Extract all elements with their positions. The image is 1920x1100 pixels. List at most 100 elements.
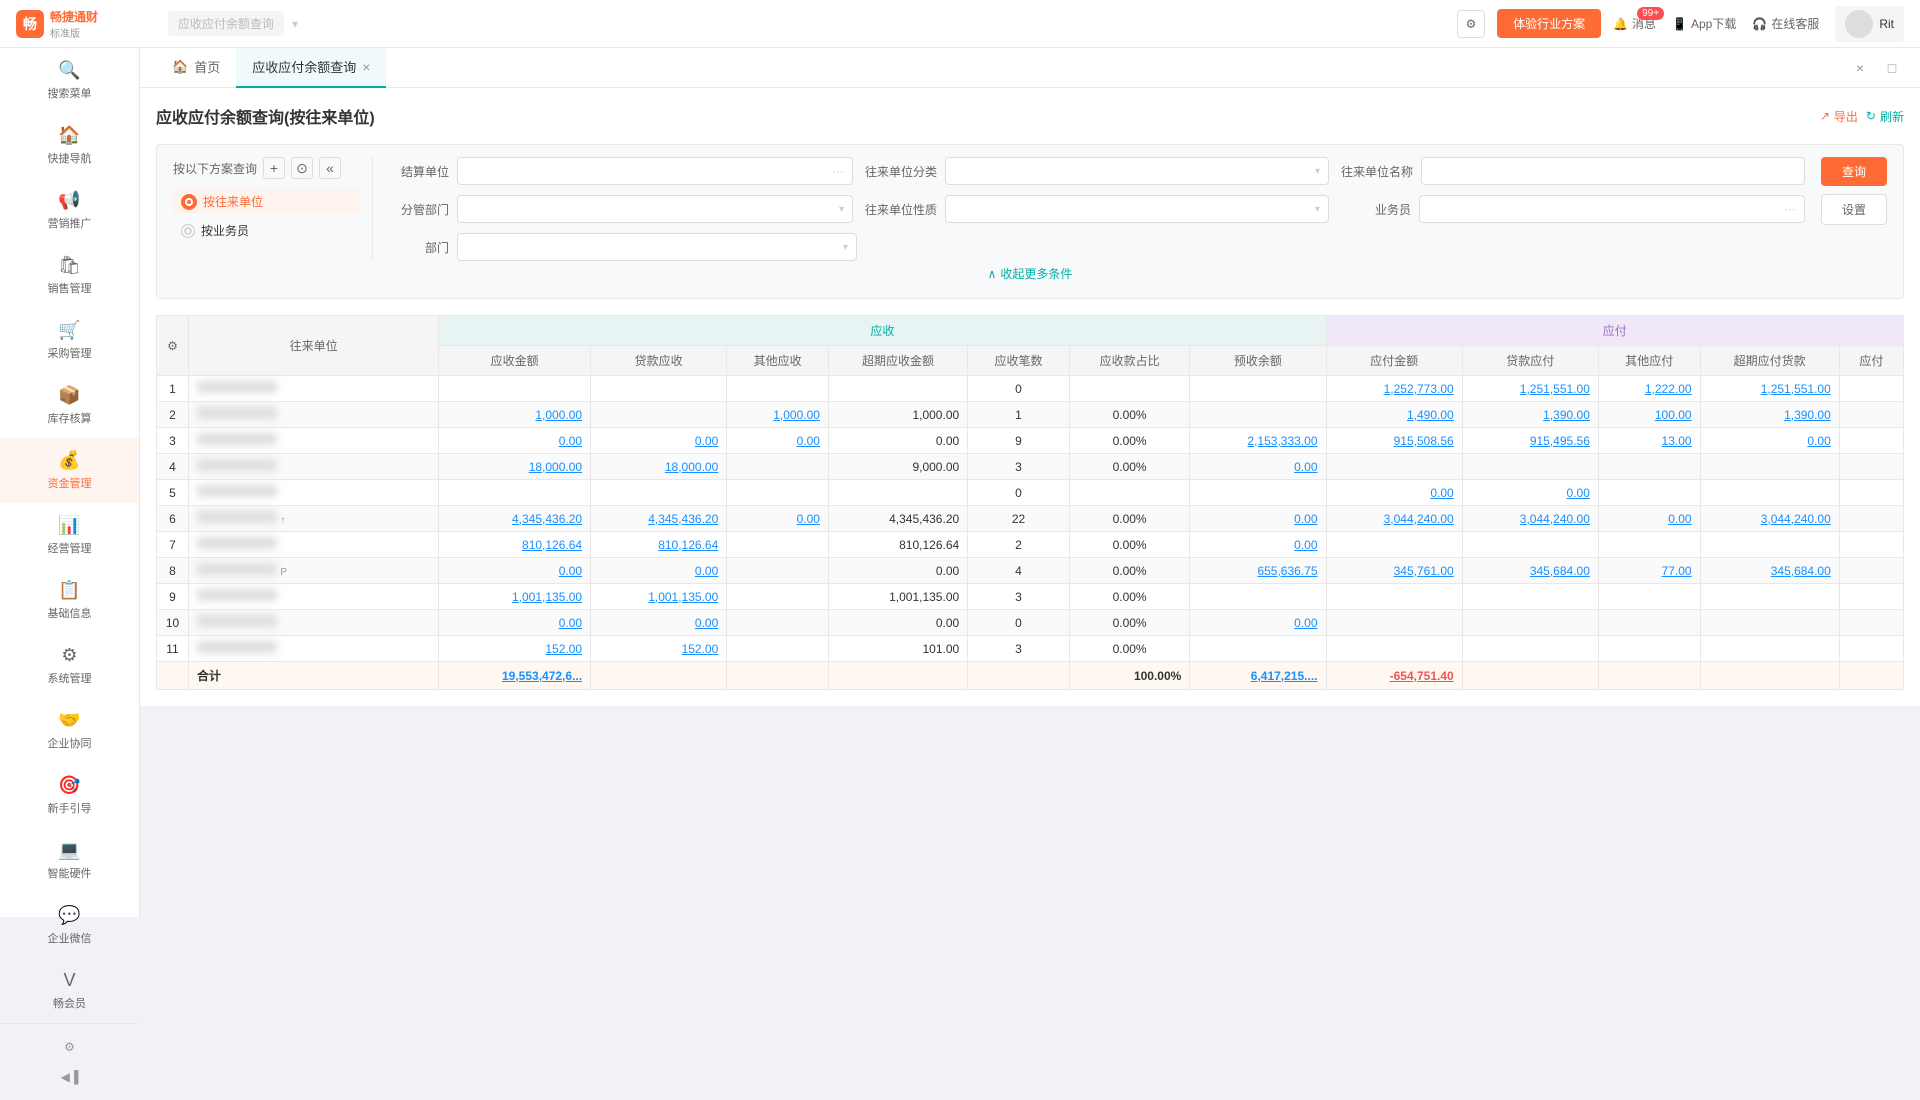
dept-input[interactable]: ▾ [457,195,853,223]
sidebar-item-12[interactable]: 💻智能硬件 [0,828,139,893]
sidebar-item-0[interactable]: 🔍搜索菜单 [0,48,139,113]
sidebar-item-4[interactable]: 🛒采购管理 [0,308,139,373]
unit-nature-chevron: ▾ [1315,204,1320,215]
unit-category-chevron: ▾ [1315,166,1320,177]
table-row: 11152.00152.00101.0030.00% [157,636,1904,662]
sidebar-item-1[interactable]: 🏠快捷导航 [0,113,139,178]
table-row: 6 ↑4,345,436.204,345,436.200.004,345,436… [157,506,1904,532]
field-sub-dept: 部门 ▾ [389,233,857,261]
salesman-input[interactable]: ··· [1419,195,1805,223]
sidebar-label-4: 采购管理 [48,345,92,361]
table-footer-row: 合计 19,553,472,6... 100.00% 6,417,215....… [157,662,1904,690]
sidebar-icon-5: 📦 [58,385,80,406]
th-prepaid-balance: 预收余额 [1190,346,1326,376]
unit-cell: P [189,558,439,584]
app-icon: 📱 [1672,17,1687,31]
tab-bar: 🏠 首页 应收应付余额查询 × × □ [140,48,1920,88]
footer-ratio: 100.00% [1069,662,1189,690]
query-button[interactable]: 查询 [1821,157,1887,186]
sub-dept-input[interactable]: ▾ [457,233,857,261]
refresh-label: 刷新 [1880,108,1904,125]
th-settings[interactable]: ⚙ [157,316,189,376]
tab-current[interactable]: 应收应付余额查询 × [236,48,386,88]
scheme-settings-btn[interactable]: ⊙ [291,157,313,179]
table-container: ⚙ 往来单位 应收 应付 应收金额 贷款应收 其他应收 超期应收金额 [156,315,1904,690]
gear-button[interactable]: ⚙ [1457,10,1485,38]
tab-home[interactable]: 🏠 首页 [156,48,236,88]
sidebar-settings-btn[interactable]: ⚙ [0,1032,139,1062]
scheme-collapse-btn[interactable]: « [319,157,341,179]
th-loan-payable: 贷款应付 [1462,346,1598,376]
sidebar-item-11[interactable]: 🎯新手引导 [0,763,139,828]
th-payable-end: 应付 [1839,346,1903,376]
field-dept: 分管部门 ▾ [389,195,853,223]
filter-dot-inactive [181,224,195,238]
unit-category-input[interactable]: ▾ [945,157,1329,185]
export-label: 导出 [1834,108,1858,125]
unit-cell: ↑ [189,506,439,532]
user-name: Rit [1879,17,1894,31]
sidebar-item-9[interactable]: ⚙系统管理 [0,633,139,698]
logo-icon: 畅 [16,10,44,38]
sidebar-collapse-btn[interactable]: ◀▐ [0,1062,139,1092]
trial-button[interactable]: 体验行业方案 [1497,9,1601,38]
tab-current-label: 应收应付余额查询 [252,57,356,76]
table-settings-icon[interactable]: ⚙ [167,339,178,353]
footer-prepaid[interactable]: 6,417,215.... [1190,662,1326,690]
add-scheme-btn[interactable]: + [263,157,285,179]
field-salesman: 业务员 ··· [1341,195,1805,223]
user-area[interactable]: Rit [1835,6,1904,42]
sidebar-item-6[interactable]: 💰资金管理 [0,438,139,503]
export-button[interactable]: ↗ 导出 [1820,108,1858,125]
footer-payable-amt[interactable]: -654,751.40 [1326,662,1462,690]
field-unit-category-label: 往来单位分类 [865,163,937,180]
sidebar-item-10[interactable]: 🤝企业协同 [0,698,139,763]
footer-other-payable [1598,662,1700,690]
unit-nature-input[interactable]: ▾ [945,195,1329,223]
content-area: 🏠 首页 应收应付余额查询 × × □ 应收应付余额查询(按往来单位) [140,48,1920,917]
export-icon: ↗ [1820,109,1830,123]
app-download-link[interactable]: 📱 App下载 [1672,15,1736,32]
filter-by-unit[interactable]: 按往来单位 [173,189,360,214]
sidebar-item-14[interactable]: V畅会员 [0,958,139,1023]
sidebar-icon-0: 🔍 [58,60,80,81]
sidebar-item-5[interactable]: 📦库存核算 [0,373,139,438]
tab-right-actions: × □ [1848,56,1904,80]
sidebar-item-3[interactable]: 🛍销售管理 [0,243,139,308]
sidebar-label-12: 智能硬件 [48,865,92,881]
settlement-unit-input[interactable]: ··· [457,157,853,185]
unit-cell [189,610,439,636]
unit-name-input[interactable] [1421,157,1805,185]
sidebar-item-7[interactable]: 📊经营管理 [0,503,139,568]
th-receivable-amt: 应收金额 [439,346,591,376]
filter-unit-label: 按往来单位 [203,193,263,210]
tab-close-btn[interactable]: × [362,59,370,75]
footer-receivable-amt[interactable]: 19,553,472,6... [439,662,591,690]
sidebar-icon-6: 💰 [58,450,80,471]
sidebar: 🔍搜索菜单🏠快捷导航📢营销推广🛍销售管理🛒采购管理📦库存核算💰资金管理📊经营管理… [0,48,140,917]
more-conditions-btn[interactable]: ∧ 收起更多条件 [173,261,1887,286]
th-receivable-ratio: 应收款占比 [1069,346,1189,376]
dept-chevron: ▾ [839,204,844,215]
online-service-link[interactable]: 🎧 在线客服 [1752,15,1819,32]
sidebar-label-8: 基础信息 [48,605,92,621]
sidebar-item-13[interactable]: 💬企业微信 [0,893,139,958]
logo-text-area: 畅捷通财 标准版 [50,8,98,40]
group-by-label: 按以下方案查询 [173,160,257,177]
sub-dept-chevron: ▾ [843,242,848,253]
sidebar-item-2[interactable]: 📢营销推广 [0,178,139,243]
filter-by-salesman[interactable]: 按业务员 [173,218,360,243]
sidebar-item-8[interactable]: 📋基础信息 [0,568,139,633]
sidebar-icon-10: 🤝 [58,710,80,731]
unit-cell [189,584,439,610]
notification-button[interactable]: 🔔 消息 99+ [1613,15,1656,32]
window-max-btn[interactable]: □ [1880,56,1904,80]
table-row: 91,001,135.001,001,135.001,001,135.0030.… [157,584,1904,610]
setting-button[interactable]: 设置 [1821,194,1887,225]
sidebar-label-11: 新手引导 [48,800,92,816]
sidebar-label-14: 畅会员 [53,995,86,1011]
settlement-dots: ··· [832,164,844,178]
refresh-button[interactable]: ↻ 刷新 [1866,108,1904,125]
window-close-btn[interactable]: × [1848,56,1872,80]
logo-text: 畅捷通财 [50,8,98,25]
